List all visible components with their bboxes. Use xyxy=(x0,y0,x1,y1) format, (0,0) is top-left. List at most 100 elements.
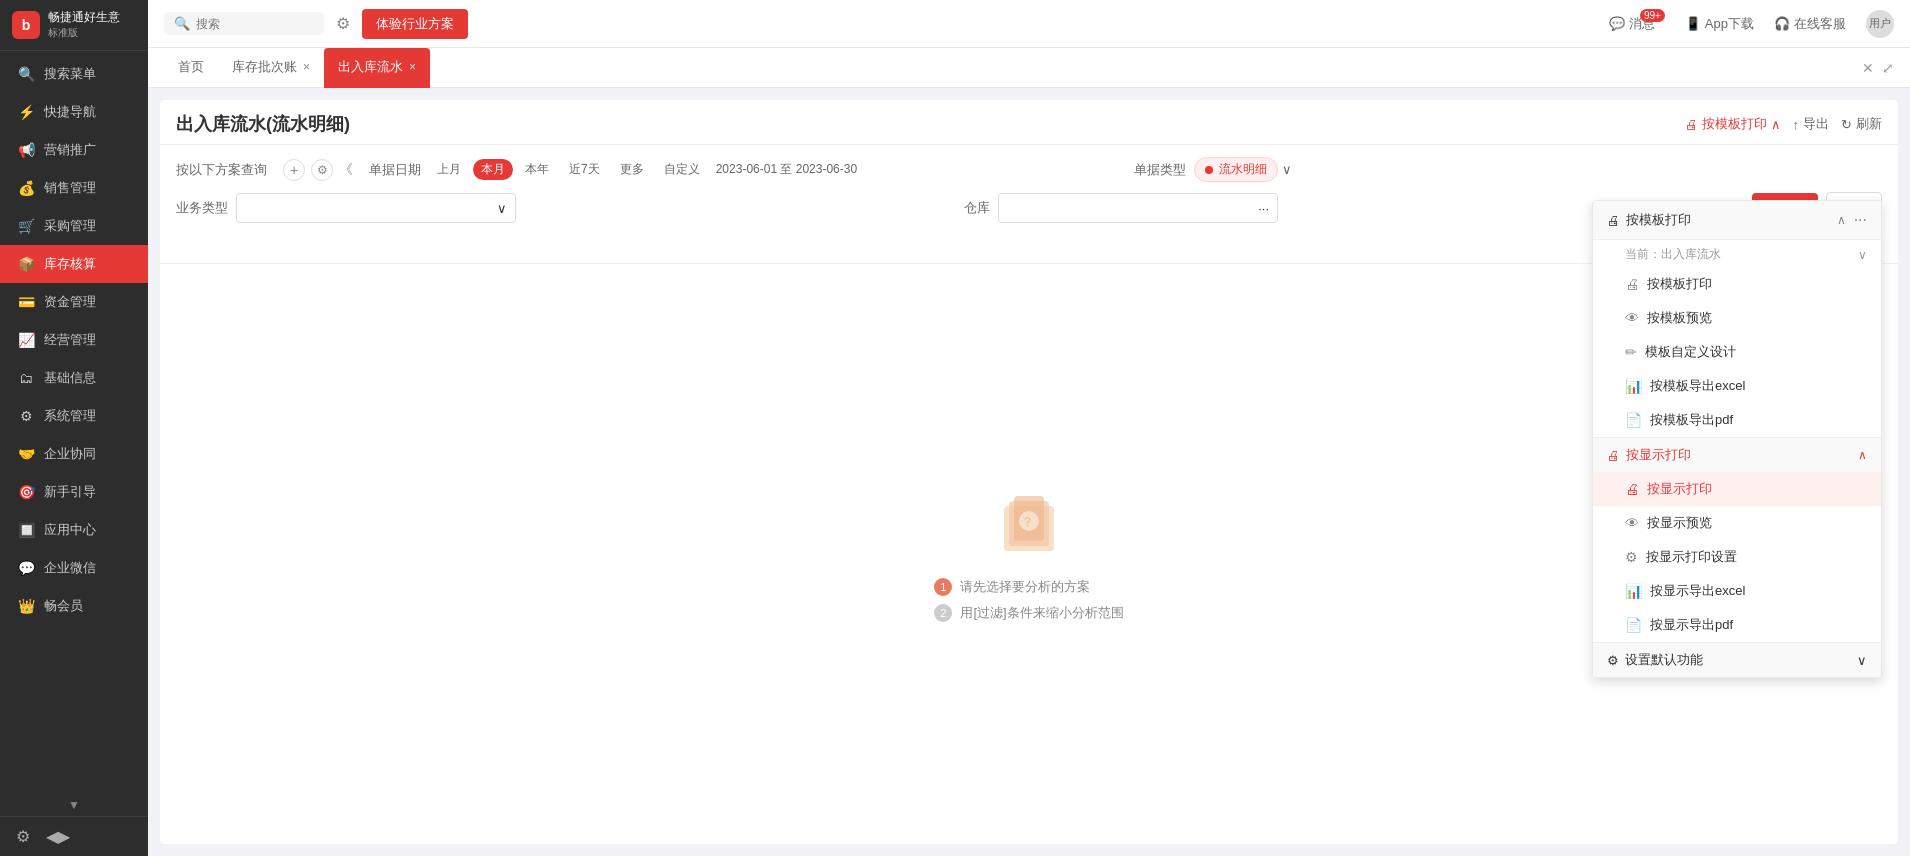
sidebar-item-purchase[interactable]: 🛒 采购管理 xyxy=(0,207,148,245)
search-input[interactable] xyxy=(196,17,314,31)
dropdown-chevron-up-icon[interactable]: ∧ xyxy=(1837,213,1846,227)
display-section-left: 🖨 按显示打印 xyxy=(1607,446,1691,464)
template-pdf-label: 按模板导出pdf xyxy=(1650,411,1733,429)
app-download-button[interactable]: 📱 App下载 xyxy=(1685,15,1754,33)
sidebar-item-finance[interactable]: 💳 资金管理 xyxy=(0,283,148,321)
chevron-up-icon: ∧ xyxy=(1771,117,1781,132)
expand-window-icon[interactable]: ⤢ xyxy=(1882,60,1894,76)
date-opt-7days[interactable]: 近7天 xyxy=(561,159,608,180)
topbar-gear-icon[interactable]: ⚙ xyxy=(336,14,350,33)
sidebar-scroll-indicator[interactable]: ▼ xyxy=(0,794,148,816)
printer-icon: 🖨 xyxy=(1685,117,1698,132)
dropdown-current-chevron[interactable]: ∨ xyxy=(1858,248,1867,262)
dropdown-item-template-print[interactable]: 🖨 按模板打印 xyxy=(1593,267,1881,301)
dropdown-item-template-pdf[interactable]: 📄 按模板导出pdf xyxy=(1593,403,1881,437)
sidebar-item-basics[interactable]: 🗂 基础信息 xyxy=(0,359,148,397)
type-select[interactable]: 流水明细 ∨ xyxy=(1194,157,1292,182)
sidebar-bottom: ⚙ ◀▶ xyxy=(0,816,148,856)
page-header: 出入库流水(流水明细) 🖨 按模板打印 ∧ ↑ 导出 ↻ 刷新 xyxy=(160,100,1898,145)
dropdown-item-template-preview[interactable]: 👁 按模板预览 xyxy=(1593,301,1881,335)
dropdown-item-display-preview[interactable]: 👁 按显示预览 xyxy=(1593,506,1881,540)
trial-button[interactable]: 体验行业方案 xyxy=(362,9,468,39)
display-section-chevron[interactable]: ∧ xyxy=(1858,448,1867,462)
sidebar-item-system[interactable]: ⚙ 系统管理 xyxy=(0,397,148,435)
sidebar-item-member[interactable]: 👑 畅会员 xyxy=(0,587,148,625)
dropdown-item-template-excel[interactable]: 📊 按模板导出excel xyxy=(1593,369,1881,403)
sidebar-item-search[interactable]: 🔍 搜索菜单 xyxy=(0,55,148,93)
online-service-button[interactable]: 🎧 在线客服 xyxy=(1774,15,1846,33)
sidebar-item-quick-nav[interactable]: ⚡ 快捷导航 xyxy=(0,93,148,131)
dropdown-item-display-print[interactable]: 🖨 按显示打印 xyxy=(1593,472,1881,506)
date-opt-custom[interactable]: 自定义 xyxy=(656,159,708,180)
page-title: 出入库流水(流水明细) xyxy=(176,112,350,136)
pdf-icon: 📄 xyxy=(1625,412,1642,428)
dropdown-bottom[interactable]: ⚙ 设置默认功能 ∨ xyxy=(1593,642,1881,677)
tab-home[interactable]: 首页 xyxy=(164,48,218,88)
type-label: 单据类型 xyxy=(1134,161,1186,179)
dropdown-item-display-settings[interactable]: ⚙ 按显示打印设置 xyxy=(1593,540,1881,574)
inventory-icon: 📦 xyxy=(16,256,36,272)
default-func-icon: ⚙ xyxy=(1607,653,1619,668)
dropdown-display-section-header[interactable]: 🖨 按显示打印 ∧ xyxy=(1593,437,1881,472)
step1-text: 请先选择要分析的方案 xyxy=(960,578,1090,596)
close-window-icon[interactable]: ✕ xyxy=(1862,60,1874,76)
biz-label: 业务类型 xyxy=(176,199,228,217)
dropdown-current-label: 当前：出入库流水 ∨ xyxy=(1593,240,1881,267)
sidebar-item-marketing[interactable]: 📢 营销推广 xyxy=(0,131,148,169)
biz-filter: 业务类型 ∨ xyxy=(176,193,948,223)
message-button[interactable]: 💬 消息 99+ xyxy=(1609,15,1655,33)
page-content: 出入库流水(流水明细) 🖨 按模板打印 ∧ ↑ 导出 ↻ 刷新 xyxy=(148,88,1910,856)
date-opt-this-month[interactable]: 本月 xyxy=(473,159,513,180)
main-content: 🔍 ⚙ 体验行业方案 💬 消息 99+ 📱 App下载 🎧 在线客服 用户 首页 xyxy=(148,0,1910,856)
display-pdf-icon: 📄 xyxy=(1625,617,1642,633)
sidebar-item-cooperation[interactable]: 🤝 企业协同 xyxy=(0,435,148,473)
warehouse-label: 仓库 xyxy=(964,199,990,217)
export-button[interactable]: ↑ 导出 xyxy=(1793,115,1830,133)
sidebar-collapse-icon[interactable]: ◀▶ xyxy=(46,827,70,846)
filter-settings-button[interactable]: ⚙ xyxy=(311,159,333,181)
filter-actions: + ⚙ 《 xyxy=(283,159,353,181)
type-filter: 单据类型 流水明细 ∨ xyxy=(1134,157,1883,182)
headset-icon: 🎧 xyxy=(1774,16,1790,31)
display-settings-icon: ⚙ xyxy=(1625,549,1638,565)
dropdown-item-template-custom[interactable]: ✏ 模板自定义设计 xyxy=(1593,335,1881,369)
cooperation-icon: 🤝 xyxy=(16,446,36,462)
sidebar-item-app-center[interactable]: 🔲 应用中心 xyxy=(0,511,148,549)
topbar-right: 💬 消息 99+ 📱 App下载 🎧 在线客服 用户 xyxy=(1609,10,1894,38)
display-excel-label: 按显示导出excel xyxy=(1650,582,1745,600)
flow-tag-label: 流水明细 xyxy=(1219,161,1267,178)
sidebar-item-operations[interactable]: 📈 经营管理 xyxy=(0,321,148,359)
date-opt-last-month[interactable]: 上月 xyxy=(429,159,469,180)
sidebar-item-inventory[interactable]: 📦 库存核算 xyxy=(0,245,148,283)
filter-add-button[interactable]: + xyxy=(283,159,305,181)
search-bar[interactable]: 🔍 xyxy=(164,12,324,35)
sidebar-item-newbie[interactable]: 🎯 新手引导 xyxy=(0,473,148,511)
printer-header-icon: 🖨 xyxy=(1607,213,1620,228)
biz-select[interactable]: ∨ xyxy=(236,193,516,223)
settings-gear-icon[interactable]: ⚙ xyxy=(16,827,30,846)
tab-batch-close[interactable]: × xyxy=(303,60,310,74)
template-custom-label: 模板自定义设计 xyxy=(1645,343,1736,361)
date-opt-more[interactable]: 更多 xyxy=(612,159,652,180)
sidebar: b 畅捷通好生意 标准版 🔍 搜索菜单 ⚡ 快捷导航 📢 营销推广 💰 销售管理… xyxy=(0,0,148,856)
warehouse-select[interactable]: ··· xyxy=(998,193,1278,223)
tab-flow-close[interactable]: × xyxy=(409,60,416,74)
date-opt-this-year[interactable]: 本年 xyxy=(517,159,557,180)
sidebar-item-sales[interactable]: 💰 销售管理 xyxy=(0,169,148,207)
dropdown-item-display-excel[interactable]: 📊 按显示导出excel xyxy=(1593,574,1881,608)
user-avatar[interactable]: 用户 xyxy=(1866,10,1894,38)
app-logo-icon: b xyxy=(12,11,40,39)
tab-batch[interactable]: 库存批次账 × xyxy=(218,48,324,88)
date-range-display: 2023-06-01 至 2023-06-30 xyxy=(716,161,857,178)
message-badge: 99+ xyxy=(1640,9,1665,22)
dropdown-more-icon[interactable]: ··· xyxy=(1854,211,1867,229)
print-template-button[interactable]: 🖨 按模板打印 ∧ xyxy=(1685,115,1781,133)
default-func-chevron[interactable]: ∨ xyxy=(1857,653,1867,668)
filter-tag-dot xyxy=(1205,166,1213,174)
refresh-button[interactable]: ↻ 刷新 xyxy=(1841,115,1882,133)
dropdown-item-display-pdf[interactable]: 📄 按显示导出pdf xyxy=(1593,608,1881,642)
topbar: 🔍 ⚙ 体验行业方案 💬 消息 99+ 📱 App下载 🎧 在线客服 用户 xyxy=(148,0,1910,48)
sidebar-item-wecom[interactable]: 💬 企业微信 xyxy=(0,549,148,587)
tab-flow[interactable]: 出入库流水 × xyxy=(324,48,430,88)
filter-collapse-icon[interactable]: 《 xyxy=(339,161,353,179)
